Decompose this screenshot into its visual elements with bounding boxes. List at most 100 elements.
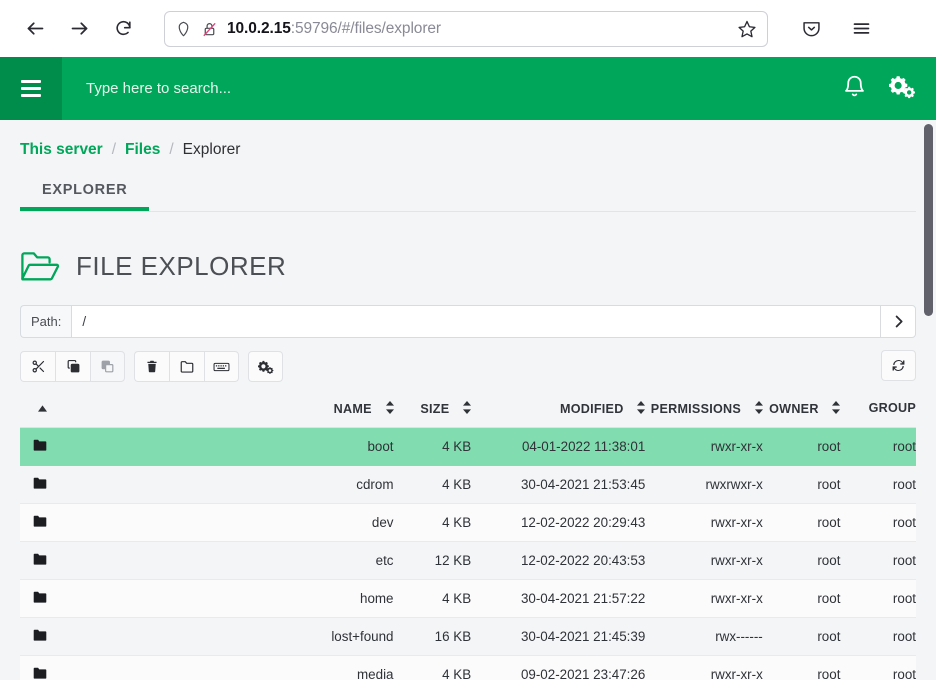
row-permissions: rwx------ [645,617,763,656]
bookmark-button[interactable] [737,19,757,39]
notifications-button[interactable] [842,74,867,104]
page-title: FILE EXPLORER [76,251,287,281]
folder-icon [33,591,47,603]
row-folder-icon [20,655,48,680]
cut-button[interactable] [20,351,55,382]
reload-button[interactable] [106,12,140,46]
page-title-row: FILE EXPLORER [20,212,916,305]
reload-icon [115,20,131,36]
column-header-modified[interactable]: MODIFIED [471,391,646,428]
row-permissions: rwxr-xr-x [645,541,763,580]
star-icon [738,20,756,37]
sort-icon [752,401,763,417]
table-header-row: NAME SIZE MODIFIED PERMISSIONS OWNER GRO… [20,391,916,428]
url-text[interactable]: 10.0.2.15:59796/#/files/explorer [227,20,728,38]
address-bar[interactable]: 10.0.2.15:59796/#/files/explorer [164,10,768,47]
table-row[interactable]: lost+found 16 KB 30-04-2021 21:45:39 rwx---… [20,617,916,656]
arrow-left-icon [27,22,43,35]
file-toolbar [20,350,916,383]
row-size: 4 KB [393,427,472,466]
path-go-button[interactable] [880,305,916,338]
folder-icon [180,361,194,373]
breadcrumb-separator: / [111,141,117,158]
paste-button[interactable] [90,351,125,382]
row-size: 4 KB [393,465,472,504]
path-input[interactable] [71,305,880,338]
page-content: This server / Files / Explorer EXPLORER … [0,120,936,680]
folder-icon [33,553,47,565]
scissors-icon [32,360,44,373]
new-folder-button[interactable] [169,351,204,382]
cogs-icon [257,360,273,374]
row-name[interactable]: home [47,579,394,618]
browser-menu-button[interactable] [844,12,878,46]
row-size: 16 KB [393,617,472,656]
row-size: 4 KB [393,503,472,542]
lock-crossed-icon[interactable] [201,20,218,38]
sort-icon [383,401,394,417]
column-header-group[interactable]: GROUP [840,391,916,428]
folder-icon [33,477,47,489]
row-folder-icon [20,427,48,466]
url-path: :59796/#/files/explorer [290,19,441,37]
arrow-right-icon [71,22,87,35]
row-size: 12 KB [393,541,472,580]
sort-icon [460,401,472,417]
row-group: root [840,617,916,656]
table-row[interactable]: dev 4 KB 12-02-2022 20:29:43 rwxr-xr-x root r… [20,503,916,542]
options-button[interactable] [248,351,283,382]
file-action-button-group [134,351,239,382]
paste-icon [101,360,114,373]
app-header [0,57,936,120]
row-folder-icon [20,503,48,542]
row-name[interactable]: media [47,655,394,680]
open-folder-icon [21,252,60,281]
row-name[interactable]: boot [47,427,394,466]
file-table-header: NAME SIZE MODIFIED PERMISSIONS OWNER GRO… [20,391,916,428]
forward-button[interactable] [62,12,96,46]
delete-button[interactable] [134,351,169,382]
row-name[interactable]: cdrom [47,465,394,504]
column-header-size[interactable]: SIZE [393,391,472,428]
shield-icon[interactable] [175,20,192,38]
sidebar-toggle-button[interactable] [0,57,62,120]
row-owner: root [762,655,841,680]
row-name[interactable]: dev [47,503,394,542]
table-row[interactable]: boot 4 KB 04-01-2022 11:38:01 rwxr-xr-x root… [20,427,916,466]
page-scrollbar[interactable] [921,120,936,680]
row-modified: 30-04-2021 21:53:45 [471,465,646,504]
row-owner: root [762,427,841,466]
row-permissions: rwxr-xr-x [645,427,763,466]
pocket-button[interactable] [794,12,828,46]
breadcrumb-item-this-server[interactable]: This server [20,141,103,159]
row-name[interactable]: lost+found [47,617,394,656]
path-bar: Path: [20,305,916,338]
copy-button[interactable] [55,351,90,382]
settings-button[interactable] [889,73,916,105]
breadcrumb-item-files[interactable]: Files [125,141,160,159]
scrollbar-thumb[interactable] [924,124,933,316]
table-row[interactable]: cdrom 4 KB 30-04-2021 21:53:45 rwxrwxr-x roo… [20,465,916,504]
row-group: root [840,541,916,580]
row-group: root [840,465,916,504]
row-modified: 30-04-2021 21:57:22 [471,579,646,618]
column-header-owner[interactable]: OWNER [762,391,841,428]
tab-explorer[interactable]: EXPLORER [20,182,150,211]
search-input[interactable] [62,80,842,97]
folder-icon [33,439,47,451]
table-row[interactable]: etc 12 KB 12-02-2022 20:43:53 rwxr-xr-x root… [20,541,916,580]
keyboard-icon [213,362,230,371]
table-row[interactable]: media 4 KB 09-02-2021 23:47:26 rwxr-xr-x roo… [20,655,916,680]
row-name[interactable]: etc [47,541,394,580]
column-header-permissions[interactable]: PERMISSIONS [645,391,763,428]
column-header-name-label: NAME [333,402,372,416]
column-header-owner-label: OWNER [769,402,819,416]
active-sort-indicator [20,391,48,428]
table-row[interactable]: home 4 KB 30-04-2021 21:57:22 rwxr-xr-x root… [20,579,916,618]
rename-button[interactable] [204,351,239,382]
column-header-name[interactable]: NAME [47,391,394,428]
back-button[interactable] [18,12,52,46]
column-header-modified-label: MODIFIED [559,402,624,416]
refresh-button[interactable] [881,350,916,381]
sort-icon [829,401,841,417]
